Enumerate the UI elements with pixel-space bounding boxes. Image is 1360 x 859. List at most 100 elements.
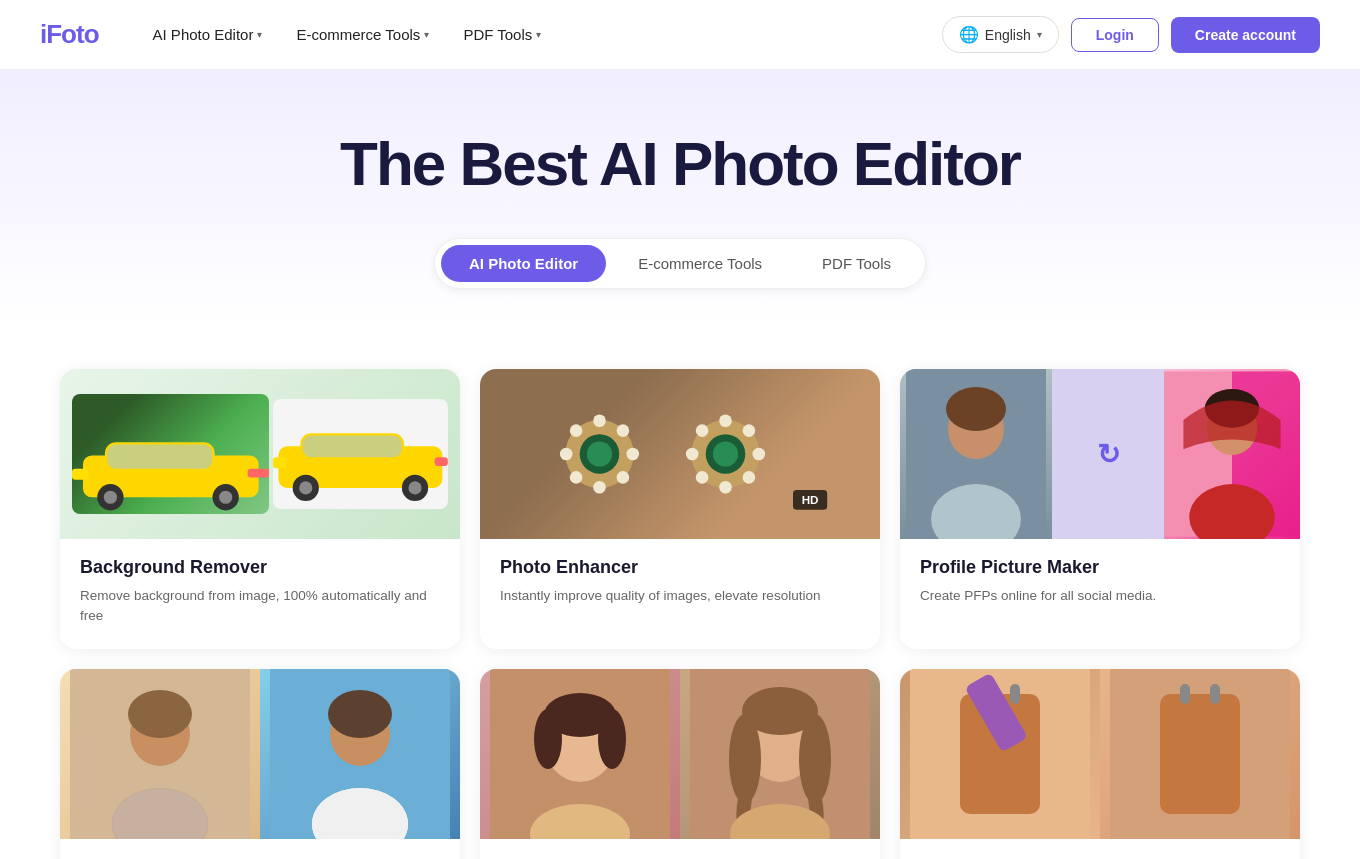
card-image-cleanup	[900, 669, 1300, 839]
svg-point-33	[719, 481, 732, 494]
card-desc-photo-enhancer: Instantly improve quality of images, ele…	[500, 586, 860, 606]
hairstyle-right-svg	[680, 669, 880, 839]
svg-rect-11	[303, 435, 402, 457]
svg-point-35	[752, 448, 765, 461]
card-background-remover[interactable]: Background Remover Remove background fro…	[60, 369, 460, 649]
card-desc-profile: Create PFPs online for all social media.	[920, 586, 1280, 606]
card-image-photo-enhancer: HD	[480, 369, 880, 539]
card-image-profile: ↻	[900, 369, 1300, 539]
card-body-hairstyle: AI Hairstyle Try different hairstyles vi…	[480, 839, 880, 859]
tab-pdf-tools[interactable]: PDF Tools	[794, 245, 919, 282]
nav-pdf-tools-label: PDF Tools	[463, 26, 532, 43]
photo-enhancer-svg: HD	[514, 391, 847, 517]
card-body-profile: Profile Picture Maker Create PFPs online…	[900, 539, 1300, 628]
svg-point-13	[300, 481, 313, 494]
navbar: iFoto AI Photo Editor ▾ E-commerce Tools…	[0, 0, 1360, 70]
svg-rect-16	[273, 457, 286, 468]
svg-point-4	[104, 491, 117, 504]
card-passport-photo[interactable]: Passport Photo Maker Create passport pho…	[60, 669, 460, 859]
nav-links: AI Photo Editor ▾ E-commerce Tools ▾ PDF…	[139, 18, 942, 51]
profile-right	[1164, 369, 1300, 539]
card-body-passport: Passport Photo Maker Create passport pho…	[60, 839, 460, 859]
hairstyle-left-svg	[480, 669, 680, 839]
hairstyle-left	[480, 669, 680, 839]
svg-point-39	[742, 471, 755, 484]
svg-rect-76	[1010, 684, 1020, 704]
svg-text:HD: HD	[801, 494, 818, 507]
svg-point-26	[616, 424, 629, 437]
svg-point-25	[569, 424, 582, 437]
card-image-hairstyle	[480, 669, 880, 839]
svg-point-27	[569, 471, 582, 484]
svg-point-45	[946, 387, 1006, 431]
cleanup-right	[1100, 669, 1300, 839]
cards-grid-row1: Background Remover Remove background fro…	[60, 369, 1300, 649]
nav-ai-photo-editor[interactable]: AI Photo Editor ▾	[139, 18, 277, 51]
svg-point-54	[128, 690, 192, 738]
create-account-button[interactable]: Create account	[1171, 17, 1320, 53]
nav-ecommerce-tools-label: E-commerce Tools	[296, 26, 420, 43]
cards-grid-row2: Passport Photo Maker Create passport pho…	[60, 669, 1300, 859]
cleanup-left-svg	[900, 669, 1100, 839]
svg-point-64	[534, 709, 562, 769]
profile-right-svg	[1164, 369, 1300, 539]
card-photo-enhancer[interactable]: HD Photo Enhancer Instantly improve qual…	[480, 369, 880, 649]
svg-rect-7	[72, 469, 88, 480]
passport-right	[260, 669, 460, 839]
nav-ecommerce-tools[interactable]: E-commerce Tools ▾	[282, 18, 443, 51]
car-svg-right	[273, 416, 448, 510]
svg-point-24	[626, 448, 639, 461]
card-image-passport	[60, 669, 460, 839]
svg-rect-79	[1160, 694, 1240, 814]
car-svg-left	[72, 430, 270, 514]
login-button[interactable]: Login	[1071, 18, 1159, 52]
cards-section: Background Remover Remove background fro…	[0, 329, 1360, 859]
chevron-down-icon: ▾	[536, 29, 541, 40]
card-title-photo-enhancer: Photo Enhancer	[500, 557, 860, 578]
chevron-down-icon: ▾	[1037, 29, 1042, 40]
svg-point-37	[742, 424, 755, 437]
passport-left	[60, 669, 260, 839]
svg-point-20	[586, 442, 611, 467]
chevron-down-icon: ▾	[424, 29, 429, 40]
card-cleanup-pictures[interactable]: Cleanup Pictures Remove unwanted objects…	[900, 669, 1300, 859]
svg-point-22	[593, 481, 606, 494]
svg-point-36	[695, 424, 708, 437]
card-body-bg-remover: Background Remover Remove background fro…	[60, 539, 460, 649]
hairstyle-right	[680, 669, 880, 839]
svg-point-21	[593, 415, 606, 428]
card-title-profile: Profile Picture Maker	[920, 557, 1280, 578]
card-title-bg-remover: Background Remover	[80, 557, 440, 578]
card-desc-bg-remover: Remove background from image, 100% autom…	[80, 586, 440, 627]
svg-point-32	[719, 415, 732, 428]
svg-point-70	[729, 714, 761, 804]
hero-title: The Best AI Photo Editor	[40, 130, 1320, 198]
logo[interactable]: iFoto	[40, 19, 99, 50]
card-ai-hairstyle[interactable]: AI Hairstyle Try different hairstyles vi…	[480, 669, 880, 859]
cleanup-left	[900, 669, 1100, 839]
nav-pdf-tools[interactable]: PDF Tools ▾	[449, 18, 555, 51]
nav-right: 🌐 English ▾ Login Create account	[942, 16, 1320, 53]
svg-point-34	[685, 448, 698, 461]
tab-ecommerce-tools[interactable]: E-commerce Tools	[610, 245, 790, 282]
tab-ai-photo-editor[interactable]: AI Photo Editor	[441, 245, 606, 282]
svg-rect-80	[1180, 684, 1190, 704]
chevron-down-icon: ▾	[257, 29, 262, 40]
hero-section: The Best AI Photo Editor AI Photo Editor…	[0, 70, 1360, 329]
card-body-cleanup: Cleanup Pictures Remove unwanted objects…	[900, 839, 1300, 859]
passport-left-svg	[60, 669, 260, 839]
card-body-photo-enhancer: Photo Enhancer Instantly improve quality…	[480, 539, 880, 628]
svg-point-6	[219, 491, 232, 504]
svg-rect-81	[1210, 684, 1220, 704]
car-left	[72, 394, 270, 514]
tab-group: AI Photo Editor E-commerce Tools PDF Too…	[434, 238, 926, 289]
svg-rect-2	[107, 445, 212, 469]
globe-icon: 🌐	[959, 25, 979, 44]
language-selector[interactable]: 🌐 English ▾	[942, 16, 1059, 53]
svg-point-15	[409, 481, 422, 494]
card-profile-picture[interactable]: ↻ Profile Picture Maker	[900, 369, 1300, 649]
cleanup-right-svg	[1100, 669, 1300, 839]
svg-point-38	[695, 471, 708, 484]
passport-right-svg	[260, 669, 460, 839]
profile-left-svg	[900, 369, 1052, 539]
